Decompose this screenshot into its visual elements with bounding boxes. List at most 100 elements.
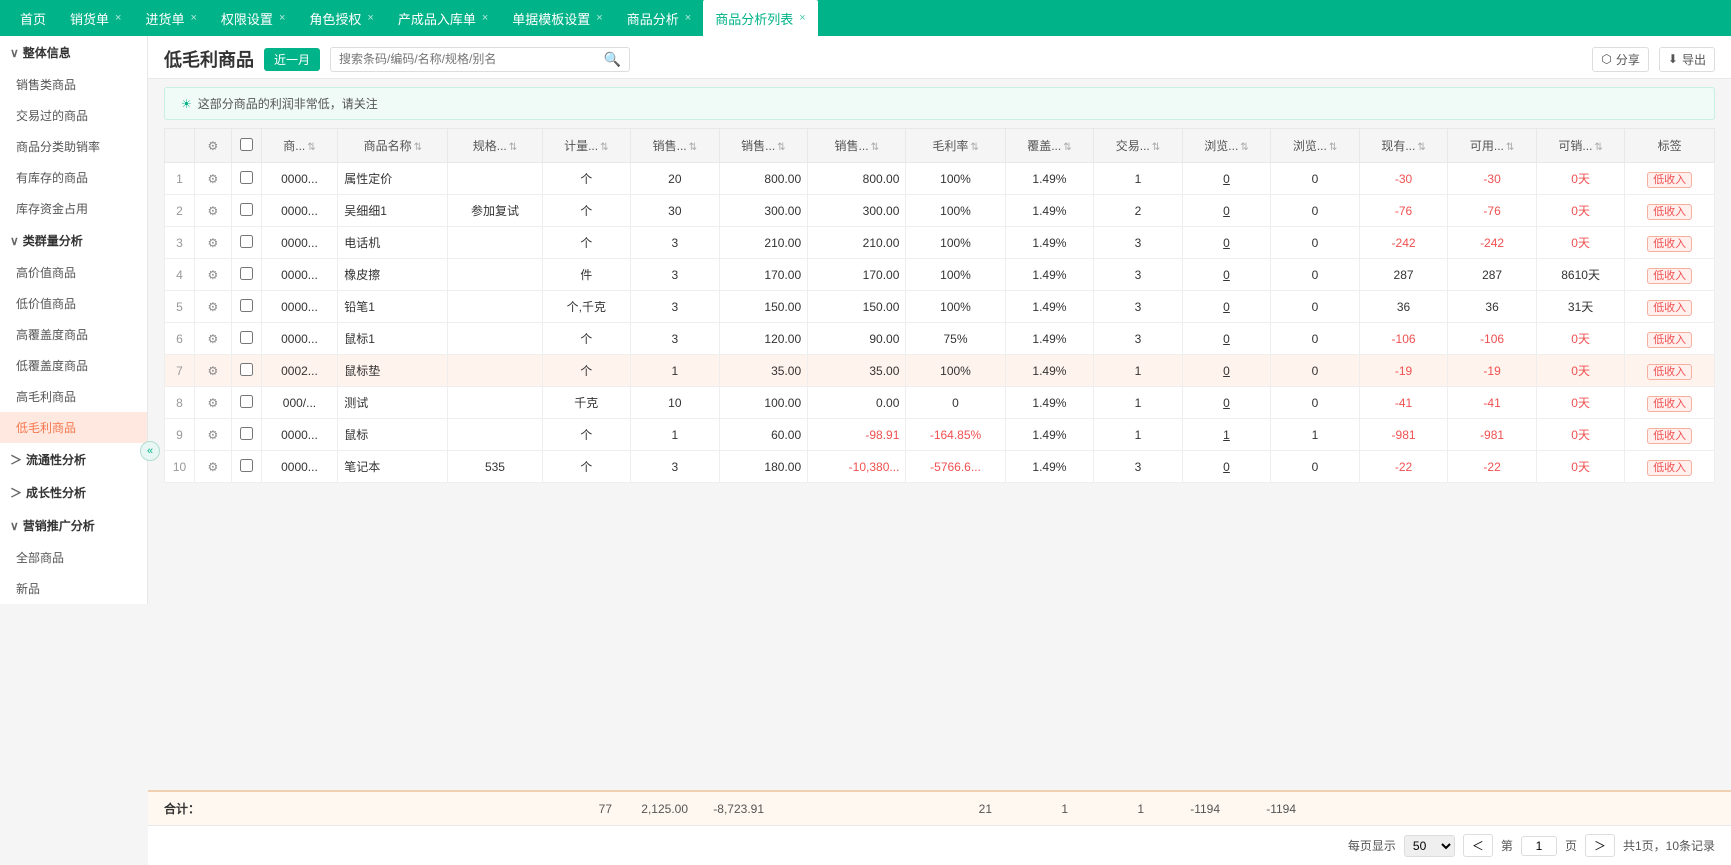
sidebar-group-marketing[interactable]: ∨ 营销推广分析 [0, 509, 147, 542]
row-current-stock: -22 [1359, 451, 1448, 483]
table-row: 4 ⚙ 0000... 橡皮擦 件 3 170.00 170.00 100% 1… [165, 259, 1715, 291]
row-gross-margin: 0 [906, 387, 1005, 419]
close-icon[interactable]: × [482, 12, 488, 24]
row-gear[interactable]: ⚙ [195, 355, 232, 387]
nav-item-analysis[interactable]: 商品分析 × [615, 0, 703, 36]
coverage-column-header: 覆盖...⇅ [1005, 129, 1094, 163]
row-checkbox[interactable] [231, 259, 261, 291]
row-checkbox[interactable] [231, 387, 261, 419]
table-row: 5 ⚙ 0000... 铅笔1 个,千克 3 150.00 150.00 100… [165, 291, 1715, 323]
sidebar-item-low-margin[interactable]: 低毛利商品 [0, 412, 147, 443]
row-spec [448, 291, 542, 323]
search-input[interactable] [339, 52, 604, 66]
nav-item-purchase[interactable]: 进货单 × [133, 0, 208, 36]
close-icon[interactable]: × [799, 12, 805, 24]
nav-item-product-entry[interactable]: 产成品入库单 × [386, 0, 500, 36]
row-views1: 1 [1182, 419, 1271, 451]
nav-item-role[interactable]: 角色授权 × [297, 0, 385, 36]
row-current-stock: -106 [1359, 323, 1448, 355]
select-all-checkbox[interactable] [240, 138, 253, 151]
sidebar-item-traded-goods[interactable]: 交易过的商品 [0, 100, 147, 131]
row-checkbox[interactable] [231, 419, 261, 451]
sidebar-item-high-margin[interactable]: 高毛利商品 [0, 381, 147, 412]
row-unit: 件 [542, 259, 631, 291]
row-gear[interactable]: ⚙ [195, 227, 232, 259]
row-saleable: 31天 [1536, 291, 1625, 323]
row-checkbox[interactable] [231, 163, 261, 195]
sidebar-item-stocked-goods[interactable]: 有库存的商品 [0, 162, 147, 193]
nav-item-home[interactable]: 首页 [8, 0, 58, 36]
row-checkbox[interactable] [231, 227, 261, 259]
row-number: 7 [165, 355, 195, 387]
sidebar-group-cluster[interactable]: ∨ 类群量分析 [0, 224, 147, 257]
sidebar-item-sales-goods[interactable]: 销售类商品 [0, 69, 147, 100]
nav-item-sales[interactable]: 销货单 × [58, 0, 133, 36]
sidebar-item-new-goods[interactable]: 新品 [0, 573, 147, 604]
row-spec: 535 [448, 451, 542, 483]
row-gear[interactable]: ⚙ [195, 419, 232, 451]
sidebar-group-flow[interactable]: ＞ 流通性分析 [0, 443, 147, 476]
row-gear[interactable]: ⚙ [195, 291, 232, 323]
sidebar-item-all-goods[interactable]: 全部商品 [0, 542, 147, 573]
nav-item-permission[interactable]: 权限设置 × [209, 0, 297, 36]
close-icon[interactable]: × [367, 12, 373, 24]
export-button[interactable]: ⬇ 导出 [1659, 47, 1715, 72]
row-sales-amount: 90.00 [808, 323, 906, 355]
sidebar-collapse-button[interactable]: « [140, 441, 160, 461]
sidebar-item-low-coverage[interactable]: 低覆盖度商品 [0, 350, 147, 381]
row-unit: 个,千克 [542, 291, 631, 323]
sidebar-item-high-value[interactable]: 高价值商品 [0, 257, 147, 288]
row-sales-price: 170.00 [719, 259, 808, 291]
row-trade: 2 [1094, 195, 1183, 227]
chevron-down-icon: ∨ [10, 234, 19, 248]
sidebar-group-overview[interactable]: ∨ 整体信息 [0, 36, 147, 69]
header-actions: ⬡ 分享 ⬇ 导出 [1592, 47, 1715, 72]
prev-page-button[interactable]: ＜ [1463, 834, 1493, 857]
row-checkbox[interactable] [231, 291, 261, 323]
nav-item-analysis-list[interactable]: 商品分析列表 × [703, 0, 817, 36]
row-checkbox[interactable] [231, 323, 261, 355]
row-number: 2 [165, 195, 195, 227]
row-checkbox[interactable] [231, 195, 261, 227]
close-icon[interactable]: × [190, 12, 196, 24]
sidebar-item-high-coverage[interactable]: 高覆盖度商品 [0, 319, 147, 350]
row-checkbox[interactable] [231, 451, 261, 483]
search-icon[interactable]: 🔍 [604, 51, 621, 68]
row-views2: 0 [1271, 291, 1360, 323]
tag-column-header: 标签 [1625, 129, 1715, 163]
row-gear[interactable]: ⚙ [195, 259, 232, 291]
notice-icon: ☀ [181, 97, 192, 111]
time-filter-button[interactable]: 近一月 [264, 48, 320, 71]
row-sales-amount: 150.00 [808, 291, 906, 323]
nav-item-template[interactable]: 单据模板设置 × [500, 0, 614, 36]
row-gear[interactable]: ⚙ [195, 451, 232, 483]
row-views1: 0 [1182, 259, 1271, 291]
row-checkbox[interactable] [231, 355, 261, 387]
sidebar-item-stock-capital[interactable]: 库存资金占用 [0, 193, 147, 224]
sidebar-group-growth[interactable]: ＞ 成长性分析 [0, 476, 147, 509]
row-gear[interactable]: ⚙ [195, 163, 232, 195]
close-icon[interactable]: × [596, 12, 602, 24]
checkbox-column-header[interactable] [231, 129, 261, 163]
row-saleable: 0天 [1536, 227, 1625, 259]
main-layout: ∨ 整体信息 销售类商品 交易过的商品 商品分类助销率 有库存的商品 库存资金占… [0, 36, 1731, 865]
row-gear[interactable]: ⚙ [195, 323, 232, 355]
share-button[interactable]: ⬡ 分享 [1592, 47, 1649, 72]
close-icon[interactable]: × [279, 12, 285, 24]
row-name: 鼠标1 [338, 323, 448, 355]
row-current-stock: -41 [1359, 387, 1448, 419]
sidebar-item-low-value[interactable]: 低价值商品 [0, 288, 147, 319]
row-available: -22 [1448, 451, 1537, 483]
close-icon[interactable]: × [115, 12, 121, 24]
row-saleable: 0天 [1536, 451, 1625, 483]
page-size-select[interactable]: 50 100 200 [1404, 835, 1455, 857]
page-number-input[interactable] [1521, 836, 1557, 856]
row-spec [448, 387, 542, 419]
sidebar-item-category-rate[interactable]: 商品分类助销率 [0, 131, 147, 162]
settings-column-header[interactable]: ⚙ [195, 129, 232, 163]
row-gear[interactable]: ⚙ [195, 195, 232, 227]
row-gear[interactable]: ⚙ [195, 387, 232, 419]
table-row: 6 ⚙ 0000... 鼠标1 个 3 120.00 90.00 75% 1.4… [165, 323, 1715, 355]
close-icon[interactable]: × [685, 12, 691, 24]
next-page-button[interactable]: ＞ [1585, 834, 1615, 857]
